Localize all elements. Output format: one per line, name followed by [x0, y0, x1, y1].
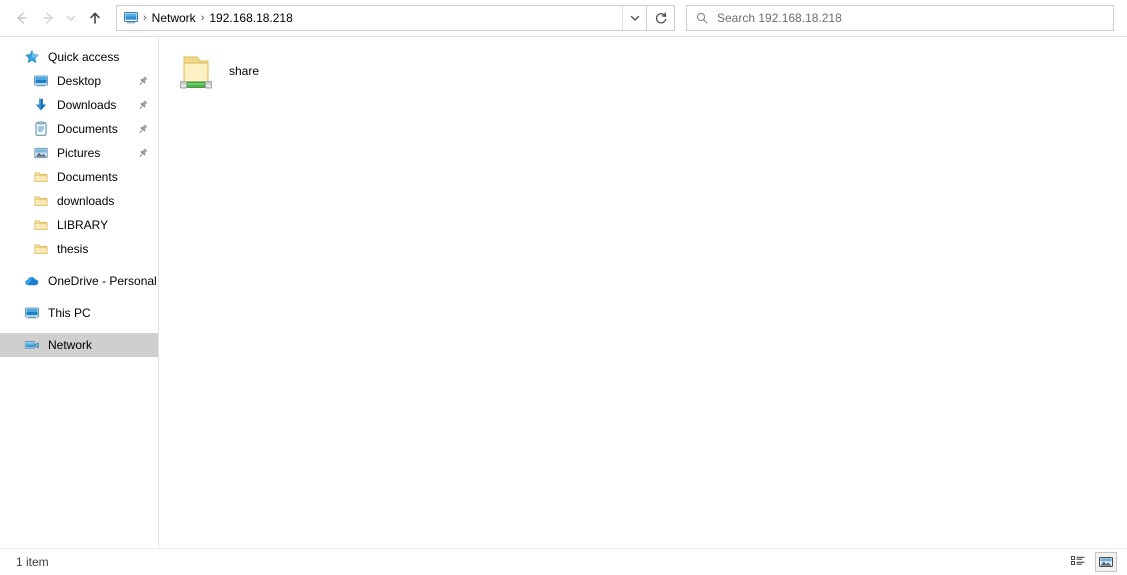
sidebar-item-downloads-folder[interactable]: downloads: [0, 189, 159, 213]
breadcrumb[interactable]: › Network › 192.168.18.218: [117, 6, 622, 30]
sidebar-item-label: Documents: [57, 170, 118, 184]
sidebar-item-label: Quick access: [48, 50, 120, 64]
sidebar-item-thesis[interactable]: thesis: [0, 237, 159, 261]
sidebar-item-label: Downloads: [57, 98, 117, 112]
navigation-toolbar: › Network › 192.168.18.218: [0, 0, 1127, 36]
forward-button[interactable]: [36, 2, 62, 34]
sidebar-item-label: LIBRARY: [57, 218, 109, 232]
details-list-icon: [1071, 556, 1085, 565]
computer-icon: [123, 10, 141, 26]
large-icons-view-button[interactable]: [1095, 552, 1117, 572]
sidebar-item-desktop[interactable]: Desktop: [0, 69, 159, 93]
sidebar-item-downloads[interactable]: Downloads: [0, 93, 159, 117]
file-explorer-window: › Network › 192.168.18.218 Search 192.16…: [0, 0, 1127, 575]
pin-icon[interactable]: [135, 73, 151, 89]
pin-icon[interactable]: [135, 97, 151, 113]
sidebar-item-label: Documents: [57, 122, 118, 136]
sidebar-item-this-pc[interactable]: This PC: [0, 301, 159, 325]
breadcrumb-item-host[interactable]: 192.168.18.218: [206, 6, 295, 30]
chevron-down-icon: [66, 15, 76, 21]
document-icon: [33, 121, 49, 137]
folder-icon: [33, 241, 49, 257]
refresh-icon: [655, 12, 666, 24]
pin-icon[interactable]: [135, 145, 151, 161]
file-list-pane[interactable]: share: [159, 37, 1127, 548]
picture-icon: [33, 145, 49, 161]
sidebar-item-quick-access[interactable]: Quick access: [0, 45, 159, 69]
refresh-button[interactable]: [647, 5, 675, 31]
computer-icon: [24, 305, 40, 321]
star-icon: [24, 49, 40, 65]
search-box[interactable]: [686, 5, 1114, 31]
address-bar[interactable]: › Network › 192.168.18.218: [116, 5, 647, 31]
back-button[interactable]: [8, 2, 34, 34]
sidebar-item-label: Network: [48, 338, 93, 352]
search-icon: [687, 6, 717, 30]
navigation-pane: Quick access Desktop Downloads Documents…: [0, 37, 159, 548]
folder-icon: [33, 169, 49, 185]
sidebar-item-label: This PC: [48, 306, 91, 320]
sidebar-item-network[interactable]: Network: [0, 333, 159, 357]
network-share-folder-icon: [167, 47, 223, 99]
search-input[interactable]: [717, 6, 1113, 30]
large-icons-icon: [1099, 557, 1113, 567]
item-count-label: 1 item: [16, 555, 49, 569]
sidebar-item-onedrive[interactable]: OneDrive - Personal: [0, 269, 159, 293]
breadcrumb-separator-0: ›: [143, 12, 147, 24]
sidebar-item-label: thesis: [57, 242, 89, 256]
sidebar-item-documents-folder[interactable]: Documents: [0, 165, 159, 189]
view-mode-buttons: [1067, 549, 1117, 575]
address-dropdown-button[interactable]: [622, 6, 646, 30]
breadcrumb-separator-1: ›: [200, 12, 205, 24]
list-item[interactable]: share: [167, 45, 357, 105]
pin-icon[interactable]: [135, 121, 151, 137]
arrow-up-icon: [90, 12, 100, 24]
sidebar-item-label: OneDrive - Personal: [48, 274, 157, 288]
folder-icon: [33, 217, 49, 233]
recent-locations-button[interactable]: [62, 2, 80, 34]
sidebar-item-pictures[interactable]: Pictures: [0, 141, 159, 165]
sidebar-item-documents-library[interactable]: Documents: [0, 117, 159, 141]
up-one-level-button[interactable]: [82, 2, 108, 34]
chevron-down-icon: [630, 15, 639, 21]
details-view-button[interactable]: [1067, 552, 1089, 572]
folder-icon: [33, 193, 49, 209]
desktop-icon: [33, 73, 49, 89]
sidebar-item-library[interactable]: LIBRARY: [0, 213, 159, 237]
cloud-icon: [24, 273, 40, 289]
status-bar: 1 item: [0, 549, 1127, 575]
breadcrumb-item-network[interactable]: Network: [149, 6, 199, 30]
file-name: share: [229, 64, 260, 78]
sidebar-item-label: downloads: [57, 194, 115, 208]
sidebar-item-label: Desktop: [57, 74, 102, 88]
file-grid: share: [159, 37, 1127, 105]
network-icon: [24, 337, 40, 353]
download-icon: [33, 97, 49, 113]
sidebar-item-label: Pictures: [57, 146, 101, 160]
